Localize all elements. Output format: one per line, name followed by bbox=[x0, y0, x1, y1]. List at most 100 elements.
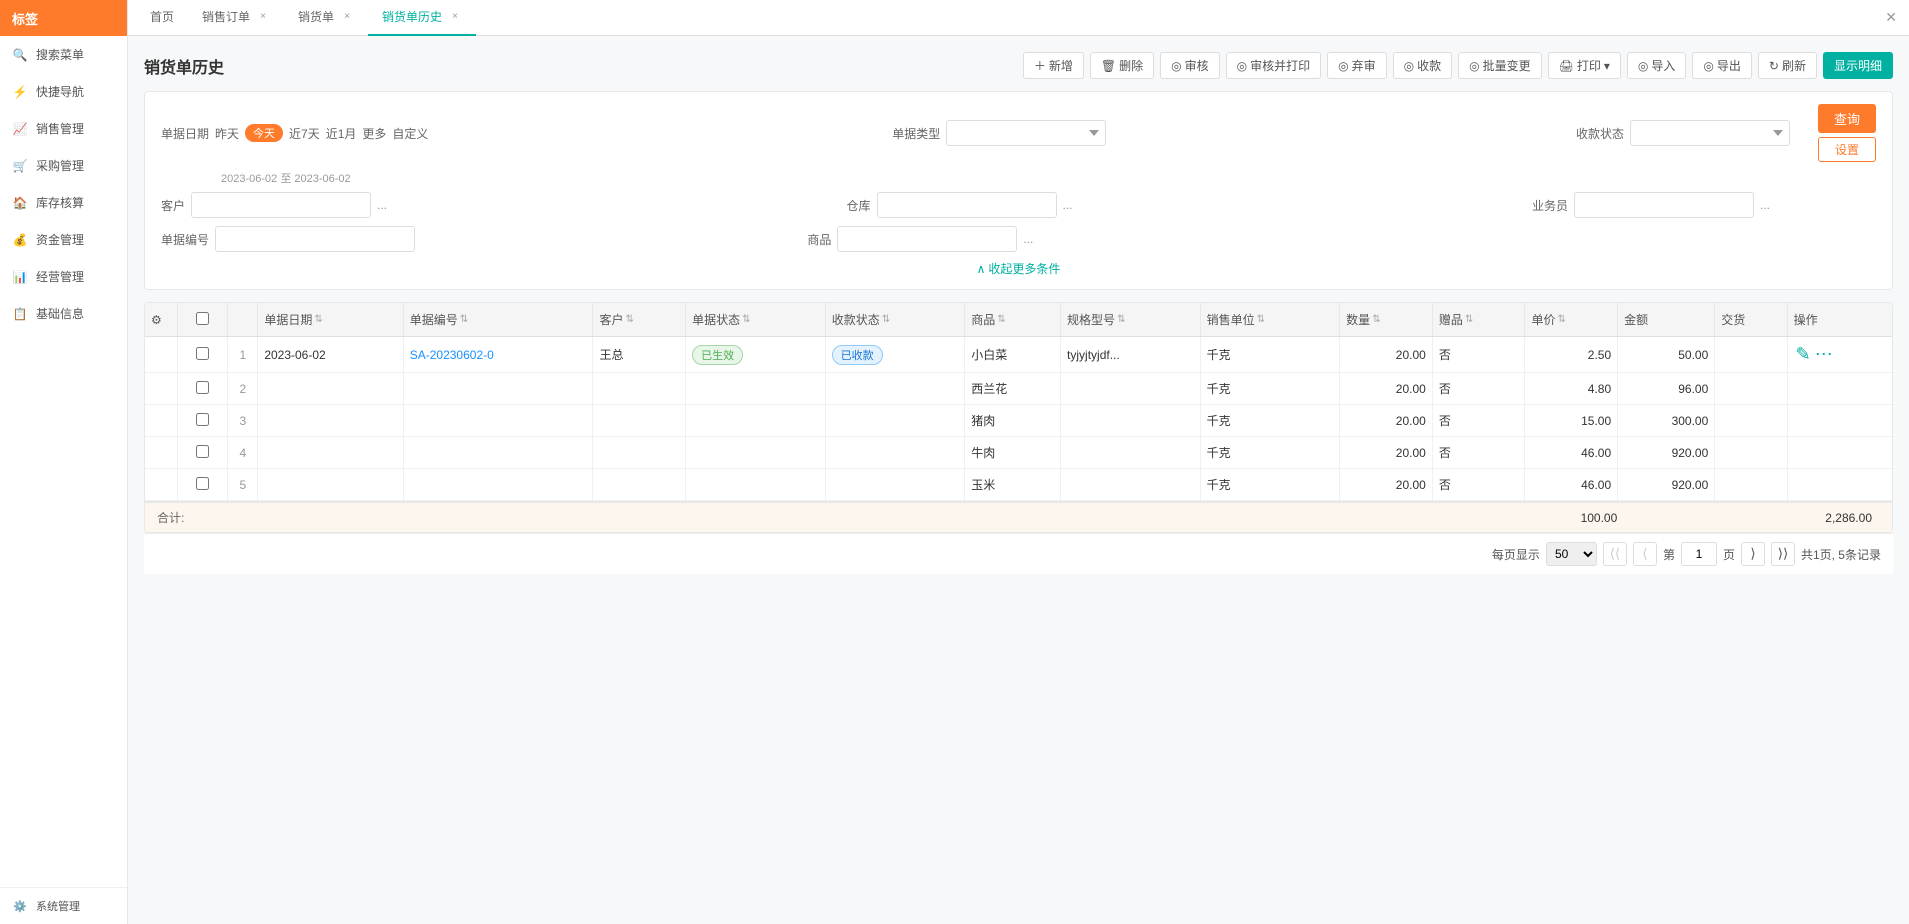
date-1month[interactable]: 近1月 bbox=[326, 125, 357, 142]
cell-rownum: 5 bbox=[228, 469, 258, 501]
cell-checkbox[interactable] bbox=[177, 373, 228, 405]
row-checkbox-2[interactable] bbox=[196, 413, 209, 426]
th-goods[interactable]: 商品 bbox=[965, 303, 1061, 337]
th-gift[interactable]: 赠品 bbox=[1432, 303, 1525, 337]
sidebar-item-inventory[interactable]: 🏠 库存核算 bbox=[0, 184, 127, 221]
import-button[interactable]: ◎ 导入 bbox=[1627, 52, 1687, 79]
collapse-button[interactable]: ∧ 收起更多条件 bbox=[977, 260, 1061, 277]
th-qty[interactable]: 数量 bbox=[1340, 303, 1433, 337]
review-button[interactable]: ◎ 审核 bbox=[1160, 52, 1220, 79]
th-unitprice[interactable]: 单价 bbox=[1525, 303, 1618, 337]
inventory-icon: 🏠 bbox=[12, 195, 28, 211]
receive-button[interactable]: ◎ 收款 bbox=[1393, 52, 1453, 79]
cell-checkbox[interactable] bbox=[177, 405, 228, 437]
type-select[interactable] bbox=[946, 120, 1106, 146]
page-next-btn[interactable]: ⟩ bbox=[1741, 542, 1765, 566]
set-button[interactable]: 设置 bbox=[1818, 137, 1876, 162]
batch-change-button[interactable]: ◎ 批量变更 bbox=[1458, 52, 1542, 79]
tab-home[interactable]: 首页 bbox=[136, 0, 188, 36]
customer-input[interactable] bbox=[191, 192, 371, 218]
cell-gift: 否 bbox=[1432, 437, 1525, 469]
staff-dots[interactable]: ... bbox=[1760, 198, 1770, 212]
th-rownum bbox=[228, 303, 258, 337]
payment-label: 收款状态 bbox=[1576, 125, 1624, 142]
sidebar-item-basicinfo[interactable]: 📋 基础信息 bbox=[0, 295, 127, 332]
filter-date: 单据日期 昨天 今天 近7天 近1月 更多 自定义 bbox=[161, 124, 428, 142]
filter-orderno: 单据编号 bbox=[161, 226, 415, 252]
date-7days[interactable]: 近7天 bbox=[289, 125, 320, 142]
row-checkbox-3[interactable] bbox=[196, 445, 209, 458]
goods-dots[interactable]: ... bbox=[1023, 232, 1033, 246]
tab-close-sales-history[interactable]: × bbox=[448, 10, 462, 24]
th-unit[interactable]: 销售单位 bbox=[1200, 303, 1340, 337]
export-button[interactable]: ◎ 导出 bbox=[1692, 52, 1752, 79]
page-last-btn[interactable]: ⟩⟩ bbox=[1771, 542, 1795, 566]
cell-orderno[interactable] bbox=[403, 405, 593, 437]
date-more[interactable]: 更多 bbox=[362, 125, 386, 142]
th-date[interactable]: 单据日期 bbox=[258, 303, 403, 337]
th-gear[interactable]: ⚙ bbox=[145, 303, 177, 337]
date-yesterday[interactable]: 昨天 bbox=[215, 125, 239, 142]
goods-input[interactable] bbox=[837, 226, 1017, 252]
edit-icon[interactable]: ✎ bbox=[1796, 344, 1811, 364]
sidebar-item-operations[interactable]: 📊 经营管理 bbox=[0, 258, 127, 295]
delete-button[interactable]: 🗑 删除 bbox=[1090, 52, 1154, 79]
orderno-input[interactable] bbox=[215, 226, 415, 252]
sidebar-item-quicknav[interactable]: ⚡ 快捷导航 bbox=[0, 73, 127, 110]
cell-orderno[interactable] bbox=[403, 373, 593, 405]
staff-input[interactable] bbox=[1574, 192, 1754, 218]
date-today[interactable]: 今天 bbox=[245, 124, 283, 142]
cell-checkbox[interactable] bbox=[177, 437, 228, 469]
table-body: 12023-06-02SA-20230602-0王总已生效已收款小白菜tyjyj… bbox=[145, 337, 1892, 501]
sidebar-item-sysmgmt[interactable]: ⚙️ 系统管理 bbox=[0, 888, 127, 924]
cell-gift: 否 bbox=[1432, 405, 1525, 437]
abandon-button[interactable]: ◎ 弃审 bbox=[1327, 52, 1387, 79]
cell-payment-status bbox=[825, 469, 965, 501]
th-spec[interactable]: 规格型号 bbox=[1061, 303, 1201, 337]
more-icon[interactable]: ⋯ bbox=[1815, 344, 1833, 364]
tab-sales-goods[interactable]: 销货单 × bbox=[284, 0, 368, 36]
cell-checkbox[interactable] bbox=[177, 469, 228, 501]
select-all-checkbox[interactable] bbox=[196, 312, 209, 325]
query-button[interactable]: 查询 bbox=[1818, 104, 1876, 133]
sidebar-item-finance[interactable]: 💰 资金管理 bbox=[0, 221, 127, 258]
review-print-button[interactable]: ◎ 审核并打印 bbox=[1226, 52, 1322, 79]
per-page-select[interactable]: 50 100 bbox=[1546, 542, 1597, 566]
th-order-status[interactable]: 单据状态 bbox=[686, 303, 826, 337]
tab-close-sales-goods[interactable]: × bbox=[340, 10, 354, 24]
th-customer[interactable]: 客户 bbox=[593, 303, 686, 337]
sidebar-item-purchase[interactable]: 🛒 采购管理 bbox=[0, 147, 127, 184]
payment-select[interactable] bbox=[1630, 120, 1790, 146]
row-checkbox-1[interactable] bbox=[196, 381, 209, 394]
goods-label: 商品 bbox=[807, 231, 831, 248]
page-prev-btn[interactable]: ⟨ bbox=[1633, 542, 1657, 566]
cell-orderno[interactable]: SA-20230602-0 bbox=[403, 337, 593, 373]
print-button[interactable]: 🖨 打印 ▾ bbox=[1548, 52, 1621, 79]
show-detail-button[interactable]: 显示明细 bbox=[1823, 52, 1893, 79]
tab-sales-history[interactable]: 销货单历史 × bbox=[368, 0, 476, 36]
new-button[interactable]: ＋ 新增 bbox=[1023, 52, 1084, 79]
cell-checkbox[interactable] bbox=[177, 337, 228, 373]
page-title: 销货单历史 bbox=[144, 54, 224, 78]
customer-dots[interactable]: ... bbox=[377, 198, 387, 212]
cell-orderno[interactable] bbox=[403, 437, 593, 469]
warehouse-input[interactable] bbox=[877, 192, 1057, 218]
th-payment-status[interactable]: 收款状态 bbox=[825, 303, 965, 337]
refresh-button[interactable]: ↻ 刷新 bbox=[1758, 52, 1817, 79]
page-number-input[interactable]: 1 bbox=[1681, 542, 1717, 566]
tab-close-sales-order[interactable]: × bbox=[256, 10, 270, 24]
staff-label: 业务员 bbox=[1532, 197, 1568, 214]
page-first-btn[interactable]: ⟨⟨ bbox=[1603, 542, 1627, 566]
warehouse-dots[interactable]: ... bbox=[1063, 198, 1073, 212]
tab-sales-order[interactable]: 销售订单 × bbox=[188, 0, 284, 36]
date-custom[interactable]: 自定义 bbox=[392, 125, 428, 142]
tab-bar-close[interactable]: ✕ bbox=[1881, 5, 1901, 30]
cell-orderno[interactable] bbox=[403, 469, 593, 501]
sidebar-item-sales[interactable]: 📈 销售管理 bbox=[0, 110, 127, 147]
th-orderno[interactable]: 单据编号 bbox=[403, 303, 593, 337]
sidebar-item-search[interactable]: 🔍 搜索菜单 bbox=[0, 36, 127, 73]
data-table: ⚙ 单据日期 单据编号 客户 单据状态 收款状态 商品 规格型号 销售单位 数量… bbox=[145, 303, 1892, 501]
row-checkbox-4[interactable] bbox=[196, 477, 209, 490]
cell-goods: 玉米 bbox=[965, 469, 1061, 501]
row-checkbox-0[interactable] bbox=[196, 347, 209, 360]
